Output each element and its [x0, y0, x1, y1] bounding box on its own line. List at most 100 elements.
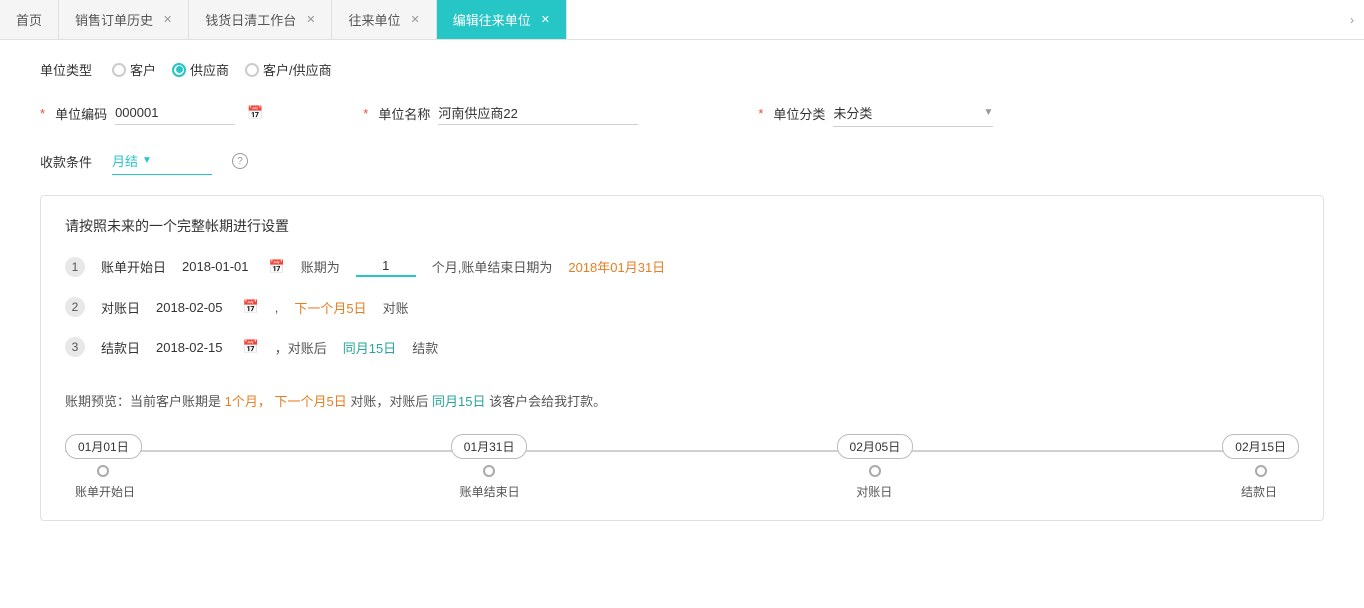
summary-end-date: 同月15日 [432, 394, 485, 409]
radio-supplier[interactable]: 供应商 [172, 60, 229, 79]
radio-both-circle [245, 63, 259, 77]
tab-home-label: 首页 [16, 10, 42, 29]
unit-code-input[interactable] [115, 101, 235, 125]
tab-partner[interactable]: 往来单位 ✕ [332, 0, 436, 39]
period-value-input[interactable] [356, 256, 416, 277]
payment-value: 月结 [112, 151, 138, 170]
period-next-month-2: 下一个月5日 [294, 298, 366, 317]
radio-both[interactable]: 客户/供应商 [245, 60, 332, 79]
tl-node-4: 02月15日 [1222, 434, 1299, 477]
radio-both-label: 客户/供应商 [263, 60, 332, 79]
unit-category-value: 未分类 [833, 103, 979, 122]
payment-dropdown[interactable]: 月结 ▼ [112, 147, 212, 175]
tl-dot-4 [1255, 465, 1267, 477]
period-cal-2[interactable]: 📅 [243, 299, 259, 315]
tl-date-4: 02月15日 [1222, 434, 1299, 459]
unit-info-row: * 单位编码 📅 * 单位名称 * 单位分类 未分类 ▼ [40, 99, 1324, 127]
unit-code-label: 单位编码 [55, 104, 107, 123]
period-same-month-3: 同月15日 [343, 338, 396, 357]
tl-dot-1 [97, 465, 109, 477]
tl-label-2: 账单结束日 [450, 483, 530, 500]
radio-customer-label: 客户 [130, 60, 156, 79]
tab-sales-history[interactable]: 销售订单历史 ✕ [59, 0, 189, 39]
payment-help-icon[interactable]: ? [232, 153, 248, 169]
summary-bar: 账期预览：当前客户账期是 1个月， 下一个月5日 对账，对账后 同月15日 该客… [65, 377, 1299, 424]
period-row-num-2: 2 [65, 297, 85, 317]
unit-name-star: * [363, 106, 368, 121]
tab-bar: 首页 销售订单历史 ✕ 钱货日清工作台 ✕ 往来单位 ✕ 编辑往来单位 ✕ › [0, 0, 1364, 40]
tab-cash-work[interactable]: 钱货日清工作台 ✕ [189, 0, 332, 39]
unit-category-group: * 单位分类 未分类 ▼ [758, 99, 993, 127]
tab-home[interactable]: 首页 [0, 0, 59, 39]
timeline-nodes: 01月01日 01月31日 02月05日 02月15日 [65, 434, 1299, 477]
period-unit-text-1: 个月,账单结束日期为 [432, 257, 553, 276]
payment-row: 收款条件 月结 ▼ ? [40, 147, 1324, 175]
timeline-labels: 账单开始日 账单结束日 对账日 结款日 [65, 483, 1299, 500]
period-cal-3[interactable]: 📅 [243, 339, 259, 355]
period-label-3: 结款日 [101, 338, 140, 357]
tl-label-1: 账单开始日 [65, 483, 145, 500]
main-content: 单位类型 客户 供应商 客户/供应商 * 单位编码 📅 * [0, 40, 1364, 608]
radio-customer[interactable]: 客户 [112, 60, 156, 79]
unit-code-group: * 单位编码 📅 [40, 101, 263, 125]
tl-date-3: 02月05日 [837, 434, 914, 459]
tab-partner-close[interactable]: ✕ [411, 13, 420, 26]
unit-type-label: 单位类型 [40, 60, 92, 79]
unit-type-radio-group: 客户 供应商 客户/供应商 [112, 60, 332, 79]
summary-mid2: 对账，对账后 [350, 394, 428, 409]
unit-category-label: 单位分类 [773, 104, 825, 123]
period-date-3: 2018-02-15 [156, 340, 223, 355]
summary-prefix: 账期预览：当前客户账期是 [65, 394, 221, 409]
tab-partner-label: 往来单位 [348, 10, 400, 29]
period-row-num-3: 3 [65, 337, 85, 357]
payment-dropdown-arrow-icon: ▼ [142, 155, 152, 166]
period-box: 请按照未来的一个完整帐期进行设置 1 账单开始日 2018-01-01 📅 账期… [40, 195, 1324, 521]
radio-supplier-label: 供应商 [190, 60, 229, 79]
unit-name-group: * 单位名称 [363, 101, 638, 125]
period-row-num-1: 1 [65, 257, 85, 277]
tl-date-1: 01月01日 [65, 434, 142, 459]
period-date-2: 2018-02-05 [156, 300, 223, 315]
period-prefix-2: , [275, 300, 279, 315]
tab-overflow-arrow[interactable]: › [1340, 0, 1364, 39]
period-after-2: 对账 [383, 298, 409, 317]
period-title: 请按照未来的一个完整帐期进行设置 [65, 216, 1299, 236]
unit-category-star: * [758, 106, 763, 121]
tab-cash-work-label: 钱货日清工作台 [205, 10, 296, 29]
tab-sales-history-label: 销售订单历史 [75, 10, 153, 29]
tl-label-4: 结款日 [1219, 483, 1299, 500]
period-row-3: 3 结款日 2018-02-15 📅 ，对账后 同月15日 结款 [65, 337, 1299, 357]
tab-sales-history-close[interactable]: ✕ [163, 13, 172, 26]
tl-label-3: 对账日 [834, 483, 914, 500]
period-date-1: 2018-01-01 [182, 259, 249, 274]
tab-cash-work-close[interactable]: ✕ [306, 13, 315, 26]
unit-category-select[interactable]: 未分类 ▼ [833, 99, 993, 127]
period-label-1: 账单开始日 [101, 257, 166, 276]
tl-dot-2 [483, 465, 495, 477]
tab-edit-partner[interactable]: 编辑往来单位 ✕ [437, 0, 567, 39]
period-cal-1[interactable]: 📅 [269, 259, 285, 275]
tab-edit-partner-close[interactable]: ✕ [541, 13, 550, 26]
unit-name-input[interactable] [438, 101, 638, 125]
tl-node-3: 02月05日 [837, 434, 914, 477]
summary-suffix: 该客户会给我打款。 [489, 394, 606, 409]
unit-code-star: * [40, 106, 45, 121]
summary-period: 1个月， [225, 394, 271, 409]
period-label-2: 对账日 [101, 298, 140, 317]
timeline: 01月01日 01月31日 02月05日 02月15日 账单开始日 [65, 434, 1299, 500]
period-prefix-3: ，对账后 [275, 338, 327, 357]
period-row-1: 1 账单开始日 2018-01-01 📅 账期为 个月,账单结束日期为 2018… [65, 256, 1299, 277]
unit-name-label: 单位名称 [378, 104, 430, 123]
timeline-line [65, 450, 1299, 452]
period-row-2: 2 对账日 2018-02-05 📅 , 下一个月5日 对账 [65, 297, 1299, 317]
summary-middle: 下一个月5日 [275, 394, 347, 409]
unit-category-arrow-icon: ▼ [984, 107, 994, 118]
unit-code-icon[interactable]: 📅 [247, 105, 263, 121]
radio-customer-circle [112, 63, 126, 77]
payment-label: 收款条件 [40, 152, 92, 171]
tl-node-1: 01月01日 [65, 434, 142, 477]
radio-supplier-circle [172, 63, 186, 77]
unit-type-row: 单位类型 客户 供应商 客户/供应商 [40, 60, 1324, 79]
tl-date-2: 01月31日 [451, 434, 528, 459]
period-after-3: 结款 [412, 338, 438, 357]
